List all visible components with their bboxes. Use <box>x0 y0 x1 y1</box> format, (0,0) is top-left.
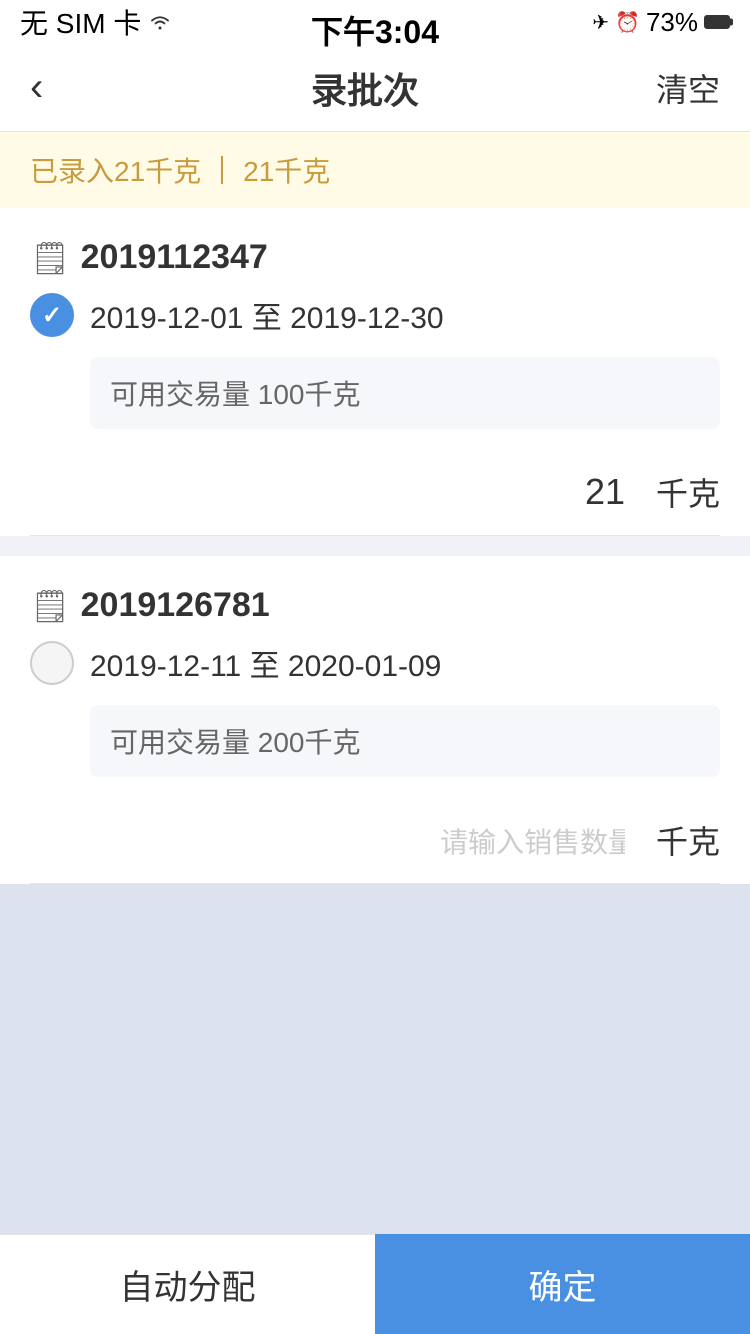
batch-header-2: 🗒 2019126781 <box>30 586 720 625</box>
confirm-button[interactable]: 确定 <box>375 1234 750 1334</box>
clear-button[interactable]: 清空 <box>640 65 720 111</box>
available-qty-1: 可用交易量 100千克 <box>90 357 720 429</box>
card-divider <box>0 536 750 556</box>
radio-1[interactable]: ✓ <box>30 293 74 337</box>
auto-distribute-button[interactable]: 自动分配 <box>0 1234 375 1334</box>
status-time: 下午3:04 <box>311 7 439 53</box>
page-title: 录批次 <box>311 62 419 114</box>
back-button[interactable]: ‹ <box>30 65 90 110</box>
wifi-icon <box>149 14 171 30</box>
status-right: ✈ ⏰ 73% <box>592 7 730 38</box>
summary-divider <box>221 156 223 184</box>
available-qty-2: 可用交易量 200千克 <box>90 705 720 777</box>
radio-2[interactable] <box>30 641 74 685</box>
bottom-bar: 自动分配 确定 <box>0 1234 750 1334</box>
summary-total: 21千克 <box>243 150 330 190</box>
qty-input-row-2: 千克 <box>30 797 720 884</box>
location-icon: ✈ <box>592 10 609 35</box>
status-bar: 无 SIM 卡 下午3:04 ✈ ⏰ 73% <box>0 0 750 44</box>
battery-percent: 73% <box>646 7 698 38</box>
batch-id-2: 2019126781 <box>81 586 270 625</box>
batch-date-1: 2019-12-01 至 2019-12-30 <box>90 293 444 337</box>
qty-input-1[interactable] <box>440 471 640 513</box>
alarm-icon: ⏰ <box>615 10 640 35</box>
nav-bar: ‹ 录批次 清空 <box>0 44 750 132</box>
batch-icon-2: 🗒 <box>30 587 71 625</box>
battery-icon <box>704 15 730 29</box>
qty-unit-2: 千克 <box>656 817 720 863</box>
check-icon-1: ✓ <box>42 301 62 330</box>
batch-card-2: 🗒 2019126781 2019-12-11 至 2020-01-09 可用交… <box>0 556 750 884</box>
batch-icon-1: 🗒 <box>30 239 71 277</box>
batch-date-row-2[interactable]: 2019-12-11 至 2020-01-09 <box>30 641 720 685</box>
batch-id-1: 2019112347 <box>81 238 268 277</box>
qty-input-2[interactable] <box>440 819 640 861</box>
batch-date-2: 2019-12-11 至 2020-01-09 <box>90 641 441 685</box>
summary-banner: 已录入21千克 21千克 <box>0 132 750 208</box>
batch-card-1: 🗒 2019112347 ✓ 2019-12-01 至 2019-12-30 可… <box>0 208 750 536</box>
carrier-text: 无 SIM 卡 <box>20 2 141 42</box>
qty-input-row-1: 千克 <box>30 449 720 536</box>
batch-header-1: 🗒 2019112347 <box>30 238 720 277</box>
qty-unit-1: 千克 <box>656 469 720 515</box>
status-left: 无 SIM 卡 <box>20 2 171 42</box>
summary-recorded: 已录入21千克 <box>30 150 201 190</box>
batch-date-row-1[interactable]: ✓ 2019-12-01 至 2019-12-30 <box>30 293 720 337</box>
